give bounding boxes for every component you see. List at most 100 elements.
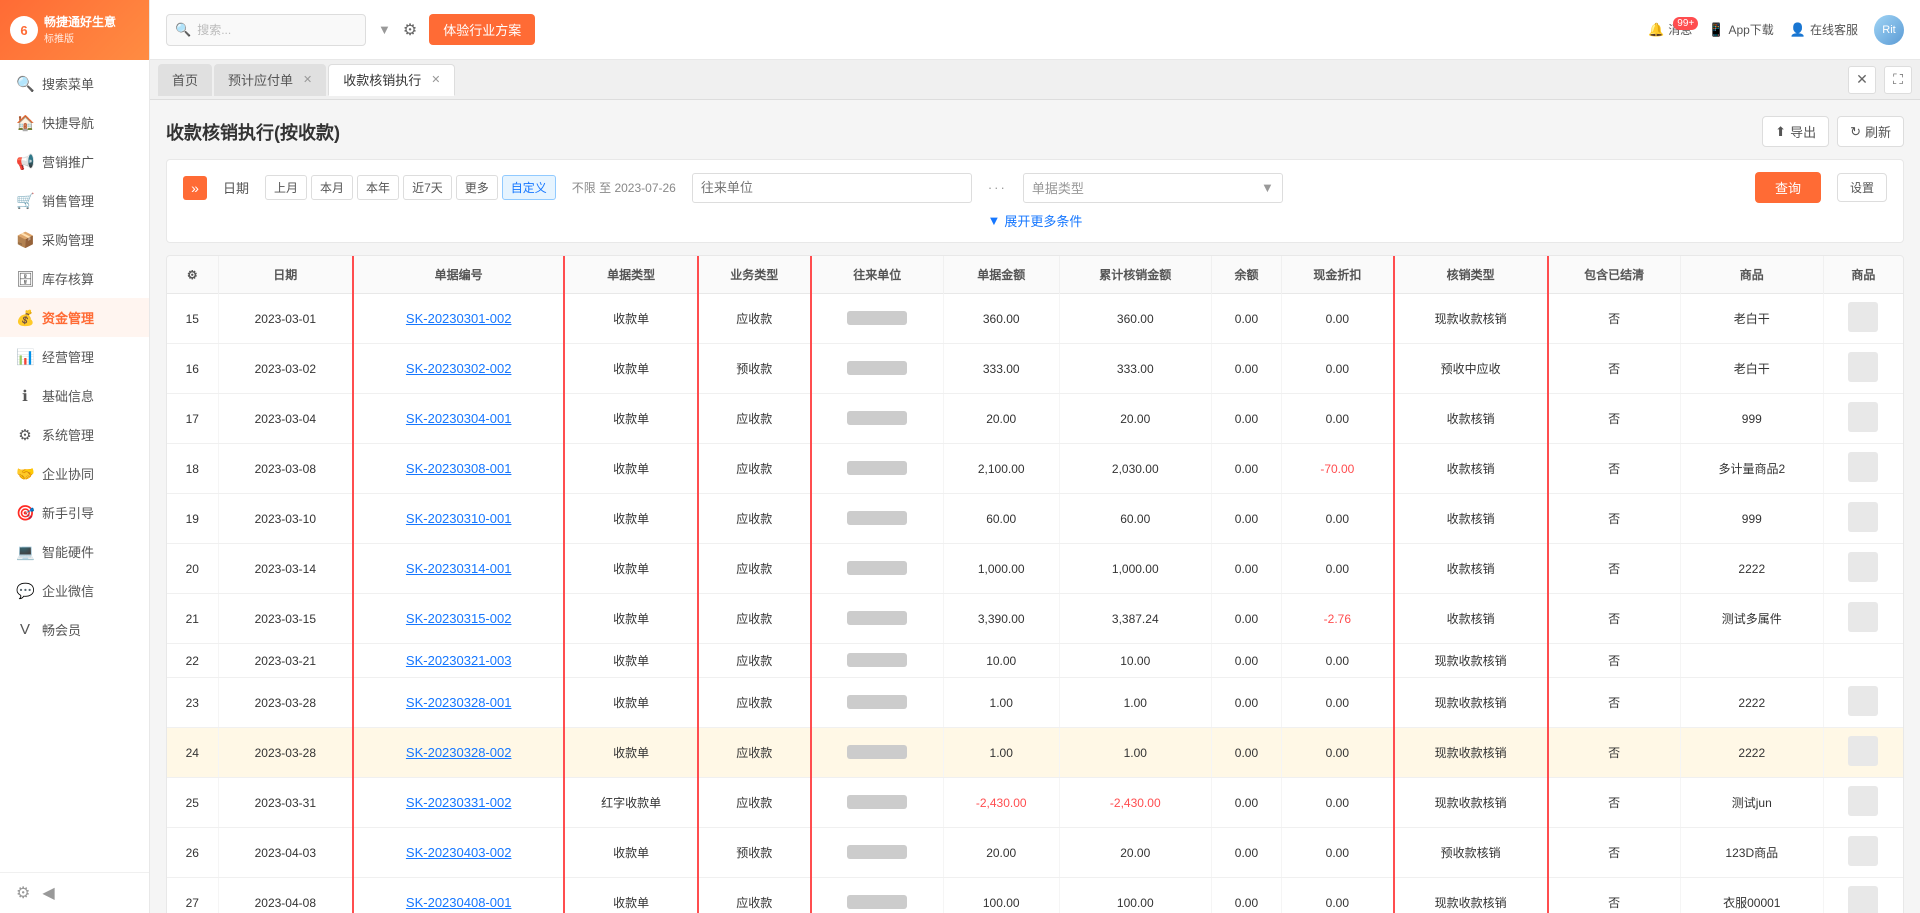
sidebar-item-inventory[interactable]: 🗄 库存核算 xyxy=(0,259,149,298)
this-month-button[interactable]: 本月 xyxy=(311,175,353,200)
sidebar-item-purchase[interactable]: 📦 采购管理 xyxy=(0,220,149,259)
query-button[interactable]: 查询 xyxy=(1755,172,1821,203)
cell-settled: 否 xyxy=(1548,878,1681,913)
tab-home-label: 首页 xyxy=(172,70,198,89)
table-row: 15 2023-03-01 SK-20230301-002 收款单 应收款 36… xyxy=(167,294,1903,344)
more-dates-button[interactable]: 更多 xyxy=(456,175,498,200)
cell-cumulative: 100.00 xyxy=(1059,878,1211,913)
collapse-icon[interactable]: ◀ xyxy=(42,883,54,903)
partner-blurred xyxy=(847,561,907,575)
custom-date-button[interactable]: 自定义 xyxy=(502,175,556,200)
this-year-button[interactable]: 本年 xyxy=(357,175,399,200)
online-service-link[interactable]: 👤 在线客服 xyxy=(1790,21,1858,38)
cell-amount: 3,390.00 xyxy=(943,594,1059,644)
maximize-button[interactable]: ⛶ xyxy=(1884,66,1912,94)
topbar-search-box[interactable]: 🔍 搜索... xyxy=(166,14,366,46)
cell-rowno: 16 xyxy=(167,344,218,394)
sidebar-item-system[interactable]: ⚙ 系统管理 xyxy=(0,415,149,454)
sidebar-item-hardware[interactable]: 💻 智能硬件 xyxy=(0,532,149,571)
doc-no-link[interactable]: SK-20230304-001 xyxy=(406,411,512,426)
cell-cumulative: 20.00 xyxy=(1059,828,1211,878)
goods-thumbnail xyxy=(1848,686,1878,716)
cell-amount: 1,000.00 xyxy=(943,544,1059,594)
partner-input[interactable] xyxy=(692,173,972,203)
last-7-days-button[interactable]: 近7天 xyxy=(403,175,452,200)
table-row: 23 2023-03-28 SK-20230328-001 收款单 应收款 1.… xyxy=(167,678,1903,728)
service-icon: 👤 xyxy=(1790,22,1806,38)
date-range-display: 不限 至 2023-07-26 xyxy=(572,179,676,196)
doc-no-link[interactable]: SK-20230314-001 xyxy=(406,561,512,576)
partner-blurred xyxy=(847,653,907,667)
cell-goods: 衣服00001 xyxy=(1680,878,1823,913)
refresh-button[interactable]: ↻ 刷新 xyxy=(1837,116,1904,147)
sidebar-item-sales[interactable]: 🛒 销售管理 xyxy=(0,181,149,220)
sidebar-item-marketing[interactable]: 📢 营销推广 xyxy=(0,142,149,181)
sidebar-item-guide[interactable]: 🎯 新手引导 xyxy=(0,493,149,532)
sidebar-item-quick[interactable]: 🏠 快捷导航 xyxy=(0,103,149,142)
sidebar-item-wechat[interactable]: 💬 企业微信 xyxy=(0,571,149,610)
tab-collection[interactable]: 收款核销执行 ✕ xyxy=(328,64,455,96)
filter-expand-button[interactable]: ▼ 展开更多条件 xyxy=(183,211,1887,230)
th-cancel-type: 核销类型 xyxy=(1394,256,1548,294)
tab-collection-label: 收款核销执行 xyxy=(343,70,421,89)
cell-cancel-type: 现款收款核销 xyxy=(1394,644,1548,678)
gear-icon[interactable]: ⚙ xyxy=(403,20,417,40)
cell-balance: 0.00 xyxy=(1211,444,1281,494)
doc-no-link[interactable]: SK-20230308-001 xyxy=(406,461,512,476)
doc-no-link[interactable]: SK-20230315-002 xyxy=(406,611,512,626)
sidebar-item-corp[interactable]: 🤝 企业协同 xyxy=(0,454,149,493)
sidebar-item-operation[interactable]: 📊 经营管理 xyxy=(0,337,149,376)
export-button[interactable]: ⬆ 导出 xyxy=(1762,116,1829,147)
sidebar-item-basic[interactable]: ℹ 基础信息 xyxy=(0,376,149,415)
cell-discount: 0.00 xyxy=(1282,394,1394,444)
doc-no-link[interactable]: SK-20230408-001 xyxy=(406,895,512,910)
th-doc-type: 单据类型 xyxy=(564,256,697,294)
cell-biz-type: 应收款 xyxy=(698,878,811,913)
sidebar-item-search[interactable]: 🔍 搜索菜单 xyxy=(0,64,149,103)
tab-collection-close-icon[interactable]: ✕ xyxy=(431,73,440,86)
sidebar-item-member[interactable]: V 畅会员 xyxy=(0,610,149,649)
doc-no-link[interactable]: SK-20230301-002 xyxy=(406,311,512,326)
cell-goods: 999 xyxy=(1680,494,1823,544)
cell-biz-type: 应收款 xyxy=(698,294,811,344)
app-download-link[interactable]: 📱 App下载 xyxy=(1708,21,1774,38)
dropdown-arrow-icon[interactable]: ▼ xyxy=(378,22,391,37)
sidebar-item-label: 智能硬件 xyxy=(42,542,94,561)
cell-settled: 否 xyxy=(1548,828,1681,878)
cell-doc-no: SK-20230315-002 xyxy=(353,594,564,644)
filter-settings-button[interactable]: 设置 xyxy=(1837,173,1887,202)
chevron-down-icon: ▼ xyxy=(1261,180,1274,195)
sidebar-item-finance[interactable]: 💰 资金管理 xyxy=(0,298,149,337)
close-tab-button[interactable]: ✕ xyxy=(1848,66,1876,94)
doc-no-link[interactable]: SK-20230321-003 xyxy=(406,653,512,668)
cell-settled: 否 xyxy=(1548,778,1681,828)
cell-date: 2023-04-03 xyxy=(218,828,353,878)
notification-badge[interactable]: 🔔 消息 99+ xyxy=(1648,21,1692,38)
solution-button[interactable]: 体验行业方案 xyxy=(429,14,535,45)
th-settings[interactable]: ⚙ xyxy=(167,256,218,294)
tab-payable-close-icon[interactable]: ✕ xyxy=(303,73,312,86)
cell-doc-no: SK-20230304-001 xyxy=(353,394,564,444)
goods-thumbnail xyxy=(1848,452,1878,482)
doc-no-link[interactable]: SK-20230328-002 xyxy=(406,745,512,760)
user-avatar[interactable]: Rit xyxy=(1874,15,1904,45)
phone-icon: 📱 xyxy=(1708,22,1724,38)
tab-home[interactable]: 首页 xyxy=(158,64,212,96)
partner-blurred xyxy=(847,845,907,859)
doc-no-link[interactable]: SK-20230302-002 xyxy=(406,361,512,376)
doc-no-link[interactable]: SK-20230331-002 xyxy=(406,795,512,810)
corp-icon: 🤝 xyxy=(16,465,34,483)
voucher-type-select[interactable]: 单据类型 ▼ xyxy=(1023,173,1283,203)
cell-settled: 否 xyxy=(1548,294,1681,344)
sidebar-bottom: ⚙ ◀ xyxy=(0,872,149,913)
last-month-button[interactable]: 上月 xyxy=(265,175,307,200)
tab-payable[interactable]: 预计应付单 ✕ xyxy=(214,64,326,96)
partner-blurred xyxy=(847,511,907,525)
partner-blurred xyxy=(847,795,907,809)
doc-no-link[interactable]: SK-20230403-002 xyxy=(406,845,512,860)
filter-toggle-button[interactable]: » xyxy=(183,176,207,200)
cell-cumulative: 1.00 xyxy=(1059,728,1211,778)
doc-no-link[interactable]: SK-20230310-001 xyxy=(406,511,512,526)
doc-no-link[interactable]: SK-20230328-001 xyxy=(406,695,512,710)
settings-icon[interactable]: ⚙ xyxy=(16,883,30,903)
